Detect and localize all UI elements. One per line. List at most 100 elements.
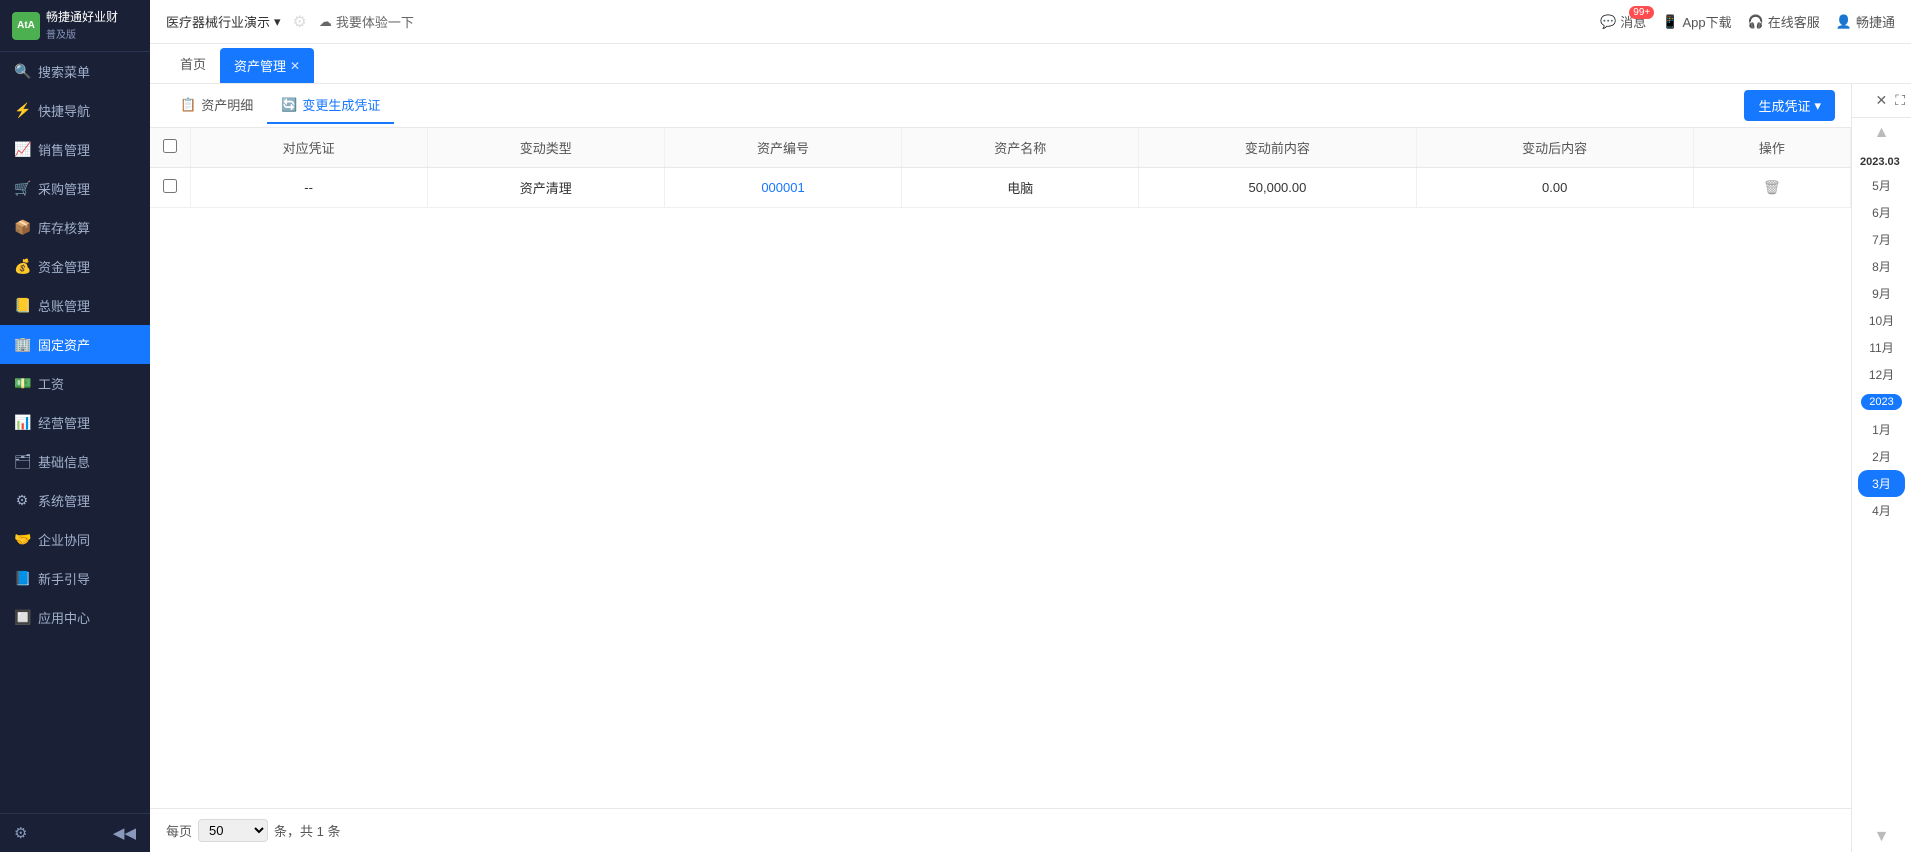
- select-all-checkbox[interactable]: [163, 139, 177, 153]
- calendar-month[interactable]: 7月: [1852, 226, 1911, 253]
- dropdown-arrow: ▾: [1814, 98, 1821, 114]
- collapse-icon[interactable]: ◀◀: [113, 824, 136, 842]
- system-icon: ⚙: [14, 492, 30, 509]
- dropdown-icon: ▾: [274, 14, 281, 30]
- calendar-scroll-down[interactable]: ▼: [1852, 822, 1911, 852]
- sidebar-item-system[interactable]: ⚙系统管理: [0, 481, 150, 520]
- logo-subtitle: 普及版: [46, 26, 118, 41]
- sidebar-item-sales[interactable]: 📈销售管理: [0, 130, 150, 169]
- calendar-month[interactable]: 11月: [1852, 334, 1911, 361]
- tab-asset-manage-label: 资产管理: [234, 56, 286, 75]
- per-page-label: 每页: [166, 821, 192, 840]
- row-asset-name: 电脑: [902, 168, 1139, 208]
- customer-service-btn[interactable]: 🎧 在线客服: [1748, 12, 1820, 31]
- content-area: 📋 资产明细 🔄 变更生成凭证 生成凭证 ▾ 对应凭证变动类型资产编号资产名称变…: [150, 84, 1911, 852]
- sidebar-item-salary[interactable]: 💵工资: [0, 364, 150, 403]
- list-icon: 📋: [180, 97, 196, 113]
- generate-voucher-button[interactable]: 生成凭证 ▾: [1744, 90, 1835, 121]
- tab-close-icon[interactable]: ✕: [290, 59, 300, 73]
- sidebar-item-operation[interactable]: 📊经营管理: [0, 403, 150, 442]
- per-page-select[interactable]: 102050100: [198, 819, 268, 842]
- calendar-month[interactable]: 5月: [1852, 172, 1911, 199]
- tab-asset-manage[interactable]: 资产管理 ✕: [220, 48, 314, 83]
- settings-icon[interactable]: ⚙: [14, 824, 27, 842]
- subtab-asset-list-label: 资产明细: [201, 95, 253, 114]
- messages-badge: 99+: [1629, 6, 1654, 19]
- calendar-month[interactable]: 2月: [1852, 443, 1911, 470]
- row-asset-no: 000001: [664, 168, 901, 208]
- content-inner: 📋 资产明细 🔄 变更生成凭证 生成凭证 ▾ 对应凭证变动类型资产编号资产名称变…: [150, 84, 1851, 852]
- fund-icon: 💰: [14, 258, 30, 275]
- app-download-btn[interactable]: 📱 App下载: [1662, 12, 1731, 31]
- inventory-icon: 📦: [14, 219, 30, 236]
- calendar-year-header: 2023.03: [1852, 152, 1911, 172]
- main-area: 医疗器械行业演示 ▾ ⚙ ☁ 我要体验一下 💬 消息 99+ 📱 App下载 🎧…: [150, 0, 1911, 852]
- expand-panel-btn[interactable]: ⛶: [1893, 90, 1907, 111]
- row-checkbox-input[interactable]: [163, 179, 177, 193]
- sales-icon: 📈: [14, 141, 30, 158]
- sidebar-item-quick-nav[interactable]: ⚡快捷导航: [0, 91, 150, 130]
- sidebar-item-fund[interactable]: 💰资金管理: [0, 247, 150, 286]
- calendar-month[interactable]: 9月: [1852, 280, 1911, 307]
- delete-icon[interactable]: 🗑: [1763, 179, 1781, 195]
- calendar-month[interactable]: 8月: [1852, 253, 1911, 280]
- try-label: 我要体验一下: [336, 12, 414, 31]
- table-container: 对应凭证变动类型资产编号资产名称变动前内容变动后内容操作 --资产清理00000…: [150, 128, 1851, 808]
- sidebar-item-ledger[interactable]: 📒 总账管理: [0, 286, 150, 325]
- calendar-month[interactable]: 1月: [1852, 416, 1911, 443]
- calendar-scroll-up[interactable]: ▲: [1852, 118, 1911, 148]
- cloud-icon: ☁: [319, 14, 332, 30]
- sidebar-item-label-enterprise: 企业协同: [38, 530, 90, 549]
- salary-icon: 💵: [14, 375, 30, 392]
- company-selector[interactable]: 医疗器械行业演示 ▾: [166, 12, 281, 31]
- sidebar-item-label-ledger: 总账管理: [38, 296, 90, 315]
- subtab-asset-list[interactable]: 📋 资产明细: [166, 87, 267, 124]
- sidebar-item-fixed-asset[interactable]: 🏢固定资产: [0, 325, 150, 364]
- calendar-month[interactable]: 6月: [1852, 199, 1911, 226]
- calendar-list: 2023.035月6月7月8月9月10月11月12月20231月2月3月4月: [1852, 148, 1911, 822]
- close-panel-btn[interactable]: ✕: [1873, 90, 1889, 111]
- col-header-7: 操作: [1693, 128, 1850, 168]
- calendar-month[interactable]: 3月: [1858, 470, 1905, 497]
- app-download-label: App下载: [1682, 12, 1731, 31]
- user-label: 畅捷通: [1856, 12, 1895, 31]
- logo-text-block: 畅捷通好业财 普及版: [46, 10, 118, 41]
- sidebar-item-label-search: 搜索菜单: [38, 62, 90, 81]
- row-checkbox[interactable]: [150, 168, 190, 208]
- sidebar-item-app-center[interactable]: 🔲应用中心: [0, 598, 150, 637]
- table-row: --资产清理000001电脑50,000.000.00🗑: [150, 168, 1851, 208]
- tab-home[interactable]: 首页: [166, 46, 220, 83]
- col-header-5: 变动前内容: [1139, 128, 1416, 168]
- sub-tabs: 📋 资产明细 🔄 变更生成凭证 生成凭证 ▾: [150, 84, 1851, 128]
- customer-service-label: 在线客服: [1768, 12, 1820, 31]
- sidebar-item-label-inventory: 库存核算: [38, 218, 90, 237]
- operation-icon: 📊: [14, 414, 30, 431]
- sidebar-item-inventory[interactable]: 📦 库存核算: [0, 208, 150, 247]
- sidebar-item-search[interactable]: 🔍 搜索菜单: [0, 52, 150, 91]
- sidebar-item-purchase[interactable]: 🛒采购管理: [0, 169, 150, 208]
- headset-icon: 🎧: [1748, 14, 1764, 30]
- message-icon: 💬: [1600, 14, 1616, 30]
- sidebar-item-enterprise[interactable]: 🤝企业协同: [0, 520, 150, 559]
- row-action[interactable]: 🗑: [1693, 168, 1850, 208]
- year-badge: 2023: [1852, 388, 1911, 416]
- user-icon: 👤: [1836, 14, 1852, 30]
- user-menu[interactable]: 👤 畅捷通: [1836, 12, 1895, 31]
- subtab-change-voucher[interactable]: 🔄 变更生成凭证: [267, 87, 394, 124]
- search-icon: 🔍: [14, 63, 30, 80]
- ledger-icon: 📒: [14, 297, 30, 314]
- calendar-month[interactable]: 4月: [1852, 497, 1911, 524]
- topbar-divider: ⚙: [293, 12, 307, 32]
- sidebar-nav: 🔍 搜索菜单 ⚡快捷导航📈销售管理🛒采购管理 📦 库存核算 💰资金管理 📒 总账管理 🏢固定资产…: [0, 52, 150, 813]
- sidebar-logo: AtA 畅捷通好业财 普及版: [0, 0, 150, 52]
- row-change-type: 资产清理: [427, 168, 664, 208]
- sidebar-item-guide[interactable]: 📘新手引导: [0, 559, 150, 598]
- calendar-month[interactable]: 12月: [1852, 361, 1911, 388]
- sidebar-item-label-quick-nav: 快捷导航: [38, 101, 90, 120]
- try-experience[interactable]: ☁ 我要体验一下: [319, 12, 414, 31]
- messages-btn[interactable]: 💬 消息 99+: [1600, 12, 1646, 31]
- calendar-month[interactable]: 10月: [1852, 307, 1911, 334]
- col-header-6: 变动后内容: [1416, 128, 1693, 168]
- sidebar-item-basic-info[interactable]: 🗂基础信息: [0, 442, 150, 481]
- download-icon: 📱: [1662, 14, 1678, 30]
